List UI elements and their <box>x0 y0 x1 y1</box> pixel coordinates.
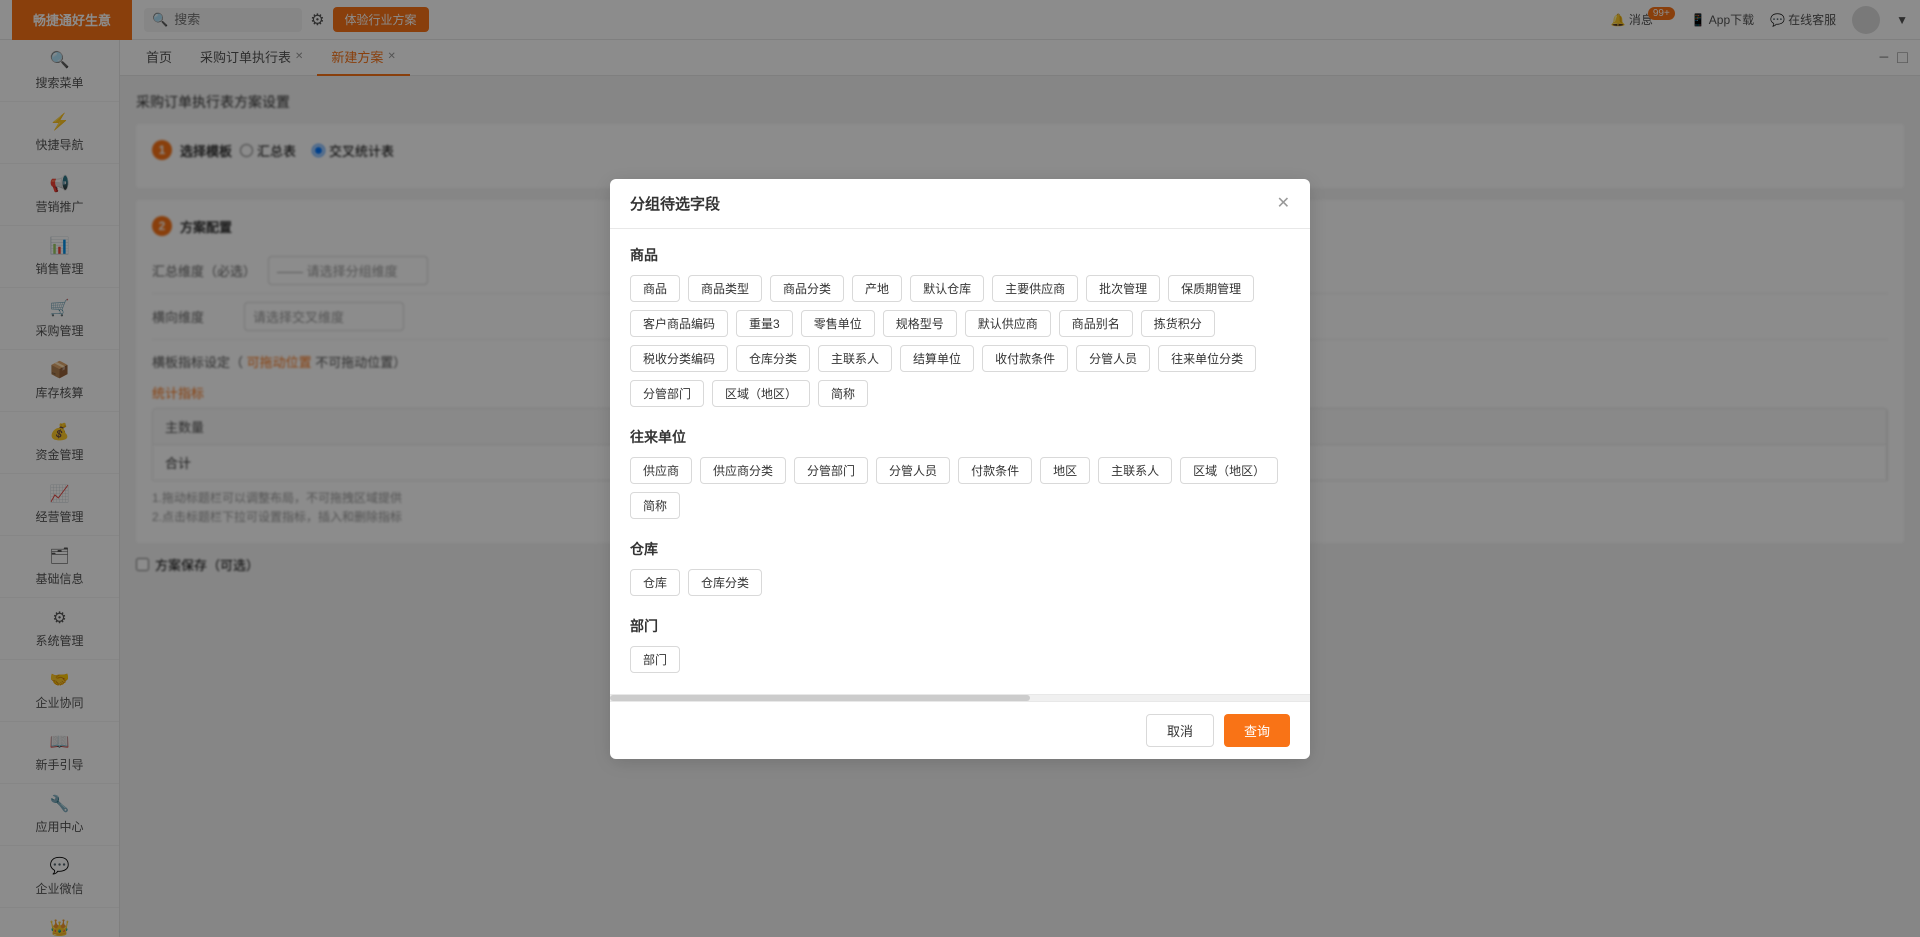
field-tag[interactable]: 区域（地区） <box>1180 457 1278 484</box>
section-goods: 商品商品商品类型商品分类产地默认仓库主要供应商批次管理保质期管理客户商品编码重量… <box>630 245 1290 407</box>
field-tags-partner: 供应商供应商分类分管部门分管人员付款条件地区主联系人区域（地区） 简称 <box>630 457 1290 519</box>
section-title-department: 部门 <box>630 616 1290 636</box>
field-tag[interactable]: 主要供应商 <box>992 275 1078 302</box>
field-tag[interactable]: 零售单位 <box>801 310 875 337</box>
section-partner: 往来单位供应商供应商分类分管部门分管人员付款条件地区主联系人区域（地区） 简称 <box>630 427 1290 519</box>
section-title-partner: 往来单位 <box>630 427 1290 447</box>
modal-overlay: 分组待选字段 ✕ 商品商品商品类型商品分类产地默认仓库主要供应商批次管理保质期管… <box>0 0 1920 937</box>
field-tag[interactable]: 默认仓库 <box>910 275 984 302</box>
field-tag[interactable]: 收付款条件 <box>982 345 1068 372</box>
field-tag[interactable]: 结算单位 <box>900 345 974 372</box>
section-title-goods: 商品 <box>630 245 1290 265</box>
field-select-modal: 分组待选字段 ✕ 商品商品商品类型商品分类产地默认仓库主要供应商批次管理保质期管… <box>610 179 1310 759</box>
field-tag[interactable]: 默认供应商 <box>965 310 1051 337</box>
field-tag[interactable]: 简称 <box>818 380 868 407</box>
field-tag[interactable]: 主联系人 <box>1098 457 1172 484</box>
confirm-button[interactable]: 查询 <box>1224 714 1290 747</box>
field-tag[interactable]: 保质期管理 <box>1168 275 1254 302</box>
field-tag[interactable]: 区域（地区） <box>712 380 810 407</box>
field-tag[interactable]: 仓库 <box>630 569 680 596</box>
modal-header: 分组待选字段 ✕ <box>610 179 1310 229</box>
field-tag[interactable]: 仓库分类 <box>736 345 810 372</box>
field-tag[interactable]: 商品类型 <box>688 275 762 302</box>
field-tags-warehouse: 仓库仓库分类 <box>630 569 1290 596</box>
field-tag[interactable]: 重量3 <box>736 310 793 337</box>
field-tag[interactable]: 简称 <box>630 492 680 519</box>
field-tag[interactable]: 分管人员 <box>876 457 950 484</box>
field-tag[interactable]: 分管部门 <box>794 457 868 484</box>
field-tags-goods: 商品商品类型商品分类产地默认仓库主要供应商批次管理保质期管理客户商品编码重量3 零… <box>630 275 1290 407</box>
section-title-warehouse: 仓库 <box>630 539 1290 559</box>
field-tag[interactable]: 税收分类编码 <box>630 345 728 372</box>
field-tag[interactable]: 供应商分类 <box>700 457 786 484</box>
cancel-button[interactable]: 取消 <box>1146 714 1214 747</box>
field-tag[interactable]: 规格型号 <box>883 310 957 337</box>
field-tag[interactable]: 分管人员 <box>1076 345 1150 372</box>
modal-body: 商品商品商品类型商品分类产地默认仓库主要供应商批次管理保质期管理客户商品编码重量… <box>610 229 1310 695</box>
section-department: 部门部门 <box>630 616 1290 673</box>
field-tags-department: 部门 <box>630 646 1290 673</box>
section-warehouse: 仓库仓库仓库分类 <box>630 539 1290 596</box>
field-tag[interactable]: 地区 <box>1040 457 1090 484</box>
field-tag[interactable]: 批次管理 <box>1086 275 1160 302</box>
field-tag[interactable]: 供应商 <box>630 457 692 484</box>
field-tag[interactable]: 主联系人 <box>818 345 892 372</box>
field-tag[interactable]: 仓库分类 <box>688 569 762 596</box>
modal-title: 分组待选字段 <box>630 193 720 214</box>
field-tag[interactable]: 客户商品编码 <box>630 310 728 337</box>
field-tag[interactable]: 部门 <box>630 646 680 673</box>
modal-hscroll[interactable] <box>610 694 1310 700</box>
field-tag[interactable]: 付款条件 <box>958 457 1032 484</box>
field-tag[interactable]: 往来单位分类 <box>1158 345 1256 372</box>
field-tag[interactable]: 商品分类 <box>770 275 844 302</box>
modal-footer: 取消 查询 <box>610 701 1310 759</box>
field-tag[interactable]: 商品 <box>630 275 680 302</box>
modal-hscroll-thumb <box>610 695 1030 700</box>
modal-close-icon[interactable]: ✕ <box>1277 193 1290 213</box>
field-tag[interactable]: 分管部门 <box>630 380 704 407</box>
field-tag[interactable]: 商品别名 <box>1059 310 1133 337</box>
field-tag[interactable]: 产地 <box>852 275 902 302</box>
field-tag[interactable]: 拣货积分 <box>1141 310 1215 337</box>
